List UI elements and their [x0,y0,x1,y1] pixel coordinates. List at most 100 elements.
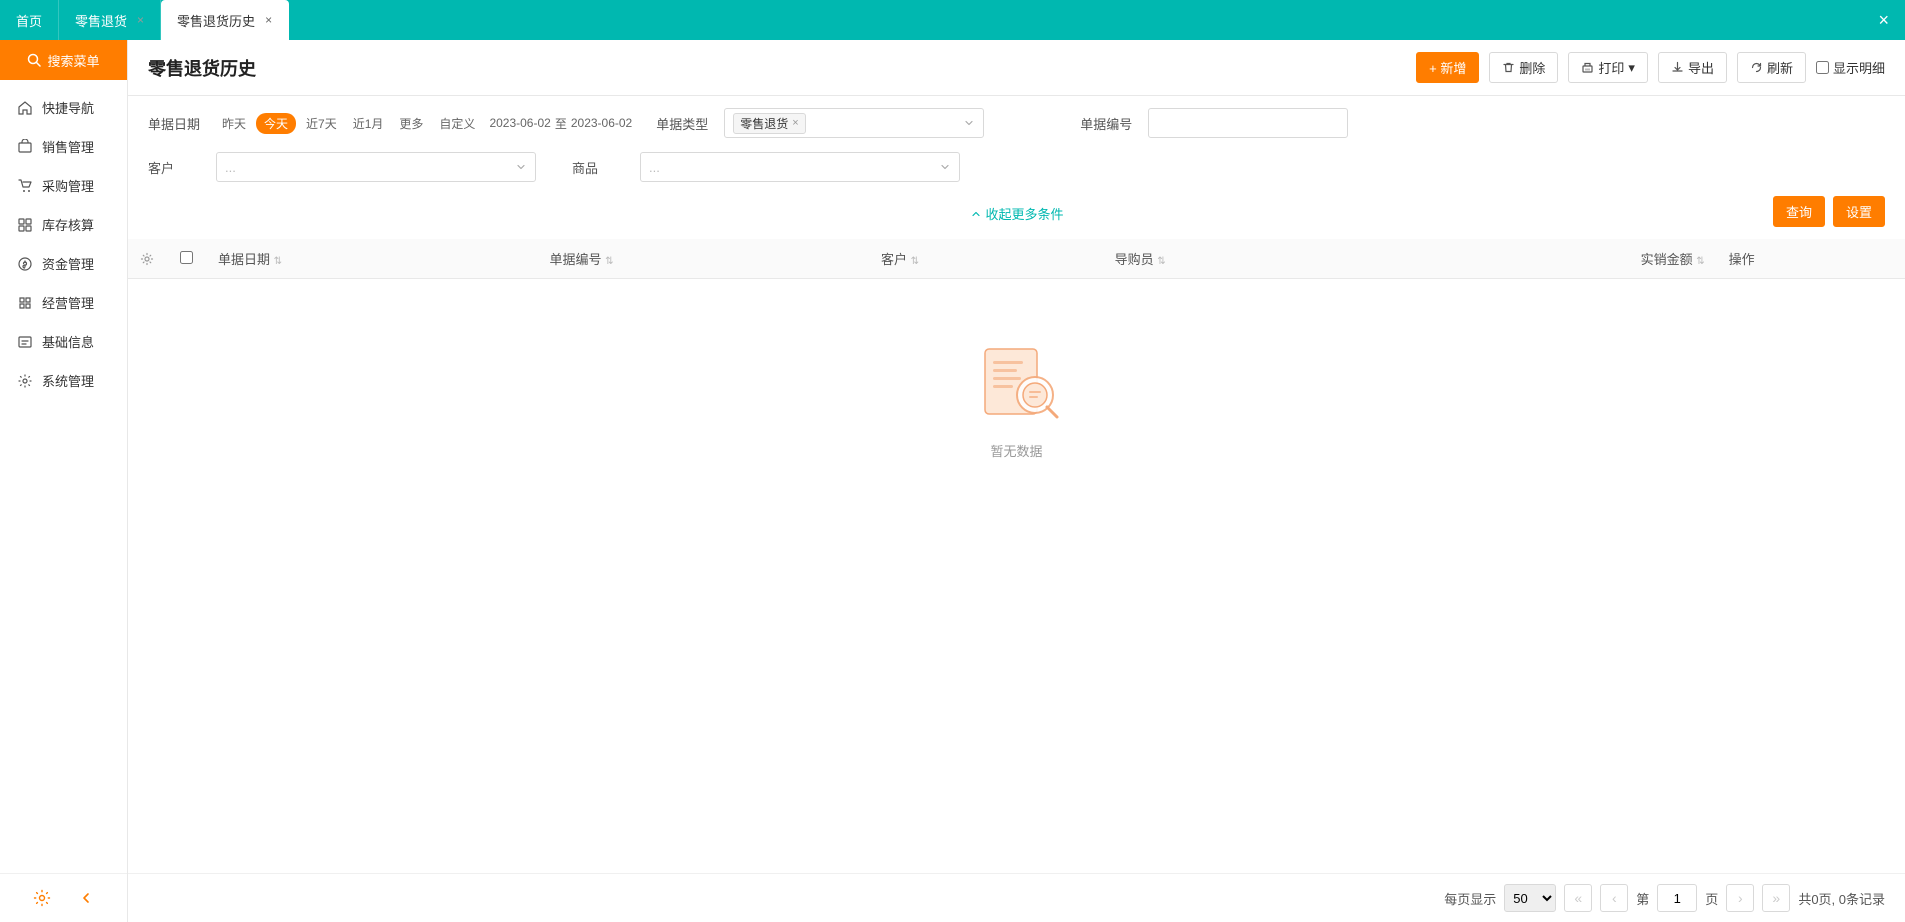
sidebar-item-inventory[interactable]: 库存核算 [0,205,127,244]
date-btn-today[interactable]: 今天 [256,113,296,134]
date-filter: 单据日期 昨天 今天 近7天 近1月 更多 自定义 2023-06-02 至 2… [148,113,632,134]
sidebar-search[interactable]: 搜索菜单 [0,40,127,80]
type-dropdown-icon [963,117,975,129]
page-title: 零售退货历史 [148,55,256,81]
page-number-input[interactable]: 1 [1657,884,1697,912]
sidebar-item-system[interactable]: 系统管理 [0,361,127,400]
page-title-row: 零售退货历史 + 新增 删除 打印 ▾ 导出 [148,52,1885,83]
sidebar-item-quicknav-label: 快捷导航 [42,98,94,117]
sales-icon [16,138,34,156]
display-detail-wrap: 显示明细 [1816,58,1885,77]
date-btn-yesterday[interactable]: 昨天 [216,113,252,134]
th-action-label: 操作 [1729,252,1755,267]
date-btn-1month[interactable]: 近1月 [347,113,390,134]
finance-icon [16,255,34,273]
page-size-select[interactable]: 20 50 100 [1504,884,1556,912]
export-label: 导出 [1688,58,1714,77]
goods-select[interactable]: ... [640,152,960,182]
customer-label: 客户 [148,158,208,177]
export-icon [1671,61,1684,74]
th-actual-amount-sort: ⇅ [1696,256,1704,267]
type-tag-label: 零售退货 [740,115,788,132]
number-input[interactable] [1148,108,1348,138]
sidebar-item-basic[interactable]: 基础信息 [0,322,127,361]
goods-placeholder: ... [649,160,660,175]
display-detail-checkbox[interactable] [1816,61,1829,74]
sidebar-item-sales[interactable]: 销售管理 [0,127,127,166]
customer-filter: 客户 ... [148,152,548,182]
tab-home[interactable]: 首页 [0,0,59,40]
tab-list: 首页 零售退货 × 零售退货历史 × [0,0,1862,40]
date-label: 单据日期 [148,114,208,133]
goods-label: 商品 [572,158,632,177]
prev-page-button[interactable]: ‹ [1600,884,1628,912]
inventory-icon [16,216,34,234]
select-all-checkbox[interactable] [180,251,193,264]
th-actual-amount-label: 实销金额 [1641,252,1693,267]
tab-home-label: 首页 [16,11,42,30]
tab-retail-return-history[interactable]: 零售退货历史 × [161,0,289,40]
sidebar-item-purchase[interactable]: 采购管理 [0,166,127,205]
collapse-button[interactable]: 收起更多条件 [970,204,1064,223]
th-guide[interactable]: 导购员 ⇅ [1103,239,1386,279]
th-number-label: 单据编号 [550,252,602,267]
filter-row-1: 单据日期 昨天 今天 近7天 近1月 更多 自定义 2023-06-02 至 2… [148,108,1885,142]
filter-settings-button[interactable]: 设置 [1833,196,1885,227]
refresh-button[interactable]: 刷新 [1737,52,1806,83]
date-from: 2023-06-02 [489,116,550,130]
next-page-button[interactable]: › [1726,884,1754,912]
settings-gear-button[interactable] [28,884,56,912]
th-date[interactable]: 单据日期 ⇅ [206,239,538,279]
empty-state: 暂无数据 [128,279,1905,520]
th-action: 操作 [1717,239,1905,279]
pagination-bar: 每页显示 20 50 100 « ‹ 第 1 页 › » 共0页, 0条记录 [128,873,1905,922]
date-btn-7days[interactable]: 近7天 [300,113,343,134]
customer-dropdown-icon [515,161,527,173]
date-btn-more[interactable]: 更多 [393,113,429,134]
sidebar-item-quicknav[interactable]: 快捷导航 [0,88,127,127]
refresh-icon [1750,61,1763,74]
th-settings[interactable] [128,239,166,279]
customer-select[interactable]: ... [216,152,536,182]
th-checkbox[interactable] [166,239,206,279]
sidebar: 搜索菜单 快捷导航 销售管理 采购管理 [0,40,128,922]
operation-icon [16,294,34,312]
sidebar-item-system-label: 系统管理 [42,371,94,390]
collapse-icon [970,208,982,220]
query-button[interactable]: 查询 [1773,196,1825,227]
sidebar-toggle-button[interactable] [72,884,100,912]
total-records: 共0页, 0条记录 [1798,889,1885,908]
sidebar-item-operation-label: 经营管理 [42,293,94,312]
tab-retail-return-history-close[interactable]: × [265,13,272,27]
date-btn-custom[interactable]: 自定义 [433,113,481,134]
sidebar-item-finance[interactable]: 资金管理 [0,244,127,283]
delete-button[interactable]: 删除 [1489,52,1558,83]
first-page-button[interactable]: « [1564,884,1592,912]
tab-retail-return[interactable]: 零售退货 × [59,0,161,40]
th-date-sort: ⇅ [274,256,282,267]
th-actual-amount[interactable]: 实销金额 ⇅ [1385,239,1717,279]
print-button[interactable]: 打印 ▾ [1568,52,1648,83]
system-icon [16,372,34,390]
last-page-button[interactable]: » [1762,884,1790,912]
sidebar-item-purchase-label: 采购管理 [42,176,94,195]
window-close-button[interactable]: × [1862,10,1905,31]
print-icon [1581,61,1594,74]
th-date-label: 单据日期 [218,252,270,267]
filter-row-2: 客户 ... 商品 ... [148,152,1885,186]
data-table: 单据日期 ⇅ 单据编号 ⇅ 客户 ⇅ [128,239,1905,279]
sidebar-item-operation[interactable]: 经营管理 [0,283,127,322]
goods-filter: 商品 ... [572,152,972,182]
new-button[interactable]: + 新增 [1416,52,1479,83]
basic-icon [16,333,34,351]
type-tag-close[interactable]: × [792,117,798,129]
page-jump-label: 第 [1636,889,1649,908]
home-icon [16,99,34,117]
th-customer-label: 客户 [881,252,907,267]
th-customer[interactable]: 客户 ⇅ [869,239,1103,279]
date-range-buttons: 昨天 今天 近7天 近1月 更多 自定义 [216,113,481,134]
type-tag-box[interactable]: 零售退货 × [724,108,984,138]
export-button[interactable]: 导出 [1658,52,1727,83]
tab-retail-return-close[interactable]: × [137,13,144,27]
th-number[interactable]: 单据编号 ⇅ [538,239,870,279]
